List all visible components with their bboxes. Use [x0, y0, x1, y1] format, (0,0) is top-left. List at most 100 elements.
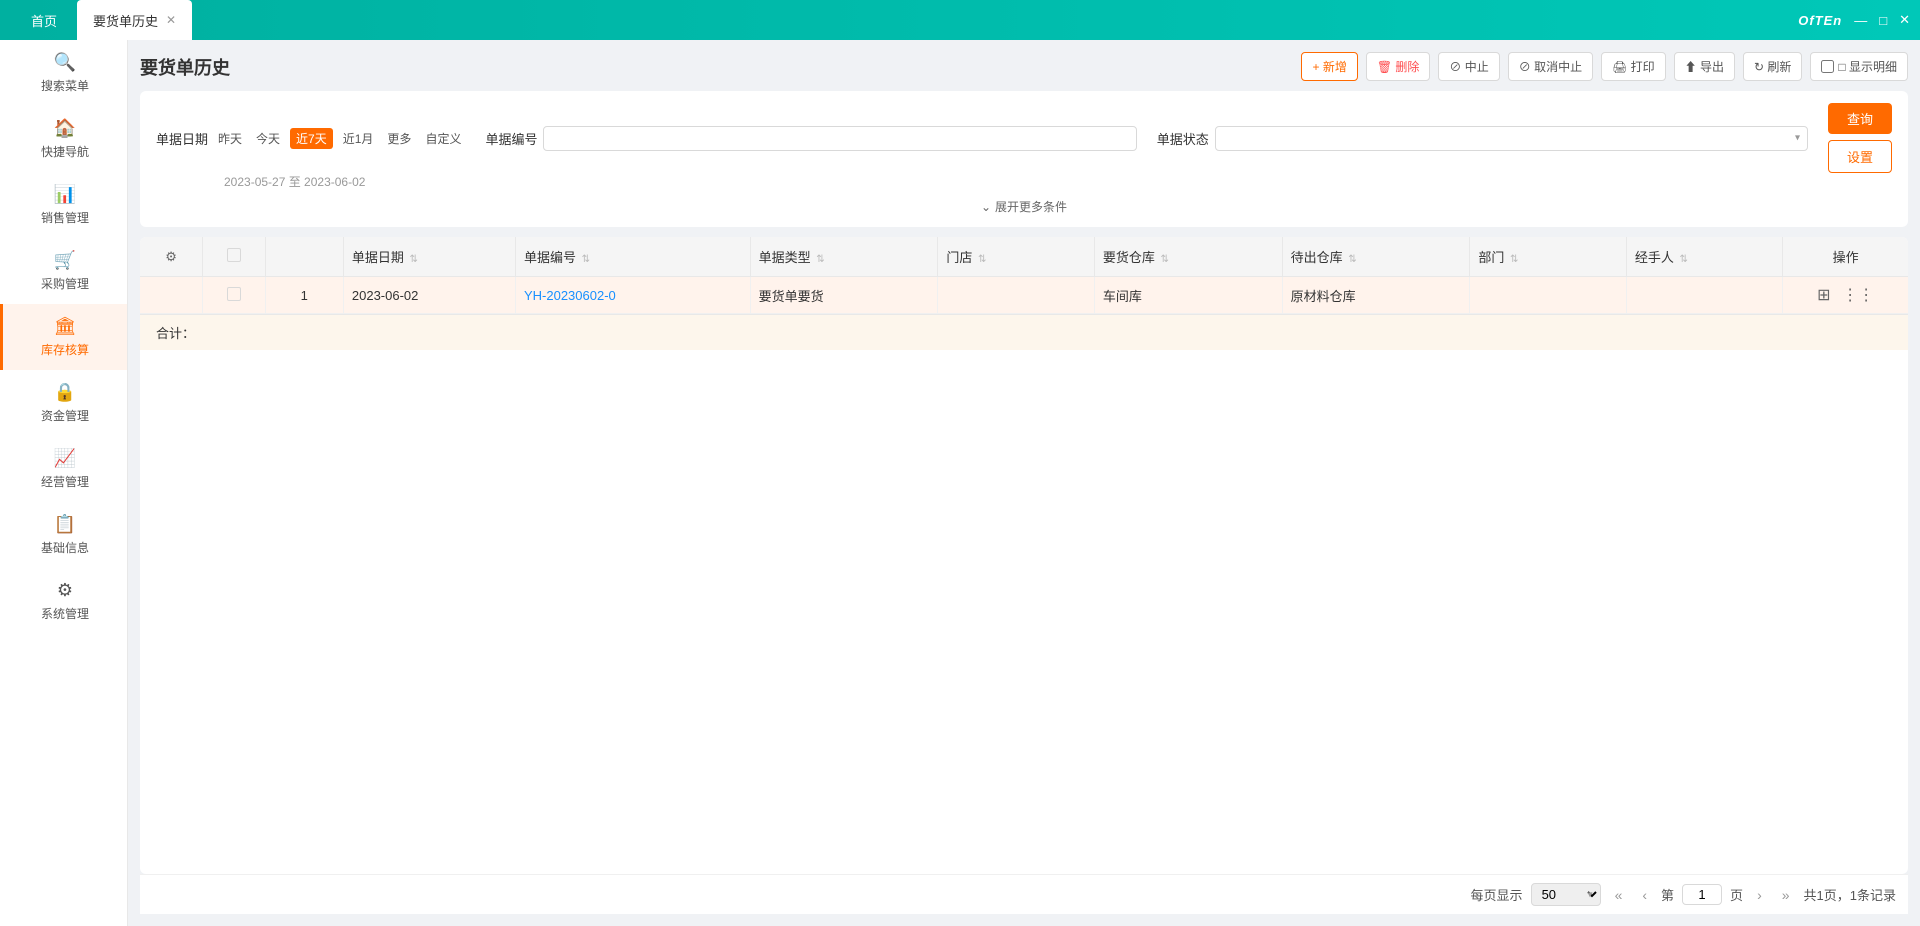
sidebar-item-inventory-calc[interactable]: 🏛 库存核算 — [0, 304, 127, 370]
date-shortcut-custom[interactable]: 自定义 — [421, 128, 465, 149]
col-handler-sort-icon[interactable]: ⇅ — [1679, 254, 1687, 265]
col-shop-sort-icon[interactable]: ⇅ — [978, 254, 986, 265]
settings-button[interactable]: 设置 — [1828, 140, 1892, 173]
row-more-icon[interactable]: ⋮⋮ — [1838, 285, 1878, 306]
sidebar-item-label-purchase: 采购管理 — [41, 275, 89, 292]
purchase-mgmt-icon: 🛒 — [54, 250, 76, 271]
last-page-btn[interactable]: » — [1776, 885, 1796, 905]
next-page-btn[interactable]: › — [1751, 885, 1768, 905]
main-layout: 🔍 搜索菜单 🏠 快捷导航 📊 销售管理 🛒 采购管理 🏛 库存核算 🔒 资金管… — [0, 40, 1920, 926]
date-shortcut-yesterday[interactable]: 昨天 — [214, 128, 246, 149]
window-maximize-btn[interactable]: □ — [1879, 13, 1887, 28]
col-ops-label: 操作 — [1833, 250, 1859, 265]
window-close-btn[interactable]: ✕ — [1899, 12, 1910, 28]
date-shortcut-more[interactable]: 更多 — [383, 128, 415, 149]
table-container: ⚙ 单据日期 ⇅ 单据编号 ⇅ — [140, 237, 1908, 874]
status-select-wrapper — [1215, 126, 1808, 151]
delete-button[interactable]: 🗑 删除 — [1366, 52, 1431, 81]
display-detail-button[interactable]: □ 显示明细 — [1810, 52, 1908, 81]
sys-mgmt-icon: ⚙ — [57, 580, 73, 601]
page-title: 要货单历史 — [140, 54, 230, 80]
search-menu-icon: 🔍 — [54, 52, 76, 73]
per-page-select[interactable]: 10 20 50 100 — [1531, 883, 1601, 906]
display-detail-label: □ 显示明细 — [1838, 58, 1897, 75]
row-settings — [140, 277, 203, 314]
table-row: 1 2023-06-02 YH-20230602-0 要货单要货 车间库 原材料… — [140, 277, 1908, 314]
refresh-button[interactable]: ↻ 刷新 — [1743, 52, 1802, 81]
date-shortcut-7days[interactable]: 近7天 — [290, 128, 333, 149]
first-page-btn[interactable]: « — [1609, 885, 1629, 905]
date-filter: 单据日期 昨天 今天 近7天 近1月 更多 自定义 — [156, 128, 465, 149]
toolbar: + 新增 🗑 删除 ⊘ 中止 ⊘ 取消中止 🖨 打印 ⬆ 导出 ↻ 刷新 □ 显… — [1301, 52, 1908, 81]
row-ops: ⊞ ⋮⋮ — [1783, 277, 1908, 314]
sidebar-item-basic-info[interactable]: 📋 基础信息 — [0, 502, 127, 568]
column-settings-icon[interactable]: ⚙ — [165, 249, 177, 264]
expand-more-btn[interactable]: ⌄ 展开更多条件 — [156, 198, 1892, 215]
tab-requisition-history[interactable]: 要货单历史 ✕ — [77, 0, 192, 40]
query-button[interactable]: 查询 — [1828, 103, 1892, 134]
sidebar-item-label-sys: 系统管理 — [41, 605, 89, 622]
filter-row: 单据日期 昨天 今天 近7天 近1月 更多 自定义 单据编号 — [156, 103, 1892, 173]
status-select[interactable] — [1215, 126, 1808, 151]
col-req-wh-sort-icon[interactable]: ⇅ — [1161, 254, 1169, 265]
col-wait-wh-sort-icon[interactable]: ⇅ — [1348, 254, 1356, 265]
col-dept: 部门 ⇅ — [1470, 237, 1626, 277]
prev-page-btn[interactable]: ‹ — [1636, 885, 1653, 905]
filter-actions: 查询 设置 — [1828, 103, 1892, 173]
sidebar-item-purchase-mgmt[interactable]: 🛒 采购管理 — [0, 238, 127, 304]
page-label: 第 — [1661, 885, 1674, 904]
brand-logo: OfTEn — [1798, 13, 1842, 28]
sidebar-item-search-menu[interactable]: 🔍 搜索菜单 — [0, 40, 127, 106]
display-detail-checkbox[interactable] — [1821, 60, 1834, 73]
col-type: 单据类型 ⇅ — [750, 237, 938, 277]
filter-panel: 单据日期 昨天 今天 近7天 近1月 更多 自定义 单据编号 — [140, 91, 1908, 227]
date-shortcut-today[interactable]: 今天 — [252, 128, 284, 149]
doc-no-filter: 单据编号 — [485, 126, 1136, 151]
expand-more-label: 展开更多条件 — [995, 198, 1067, 215]
stop-button[interactable]: ⊘ 中止 — [1438, 52, 1499, 81]
ops-mgmt-icon: 📈 — [54, 448, 76, 469]
print-button[interactable]: 🖨 打印 — [1601, 52, 1666, 81]
doc-no-input[interactable] — [543, 126, 1136, 151]
sidebar-item-capital-mgmt[interactable]: 🔒 资金管理 — [0, 370, 127, 436]
close-tab-icon[interactable]: ✕ — [166, 13, 176, 27]
per-page-label: 每页显示 — [1471, 885, 1523, 904]
row-checkbox[interactable] — [227, 287, 241, 301]
col-req-wh-label: 要货仓库 — [1103, 250, 1155, 265]
date-shortcut-1month[interactable]: 近1月 — [339, 128, 378, 149]
sidebar-item-quick-nav[interactable]: 🏠 快捷导航 — [0, 106, 127, 172]
col-type-sort-icon[interactable]: ⇅ — [816, 254, 824, 265]
new-button[interactable]: + 新增 — [1301, 52, 1357, 81]
cancel-stop-button[interactable]: ⊘ 取消中止 — [1508, 52, 1593, 81]
total-info: 共1页，1条记录 — [1804, 885, 1896, 904]
status-filter: 单据状态 — [1157, 126, 1808, 151]
summary-label: 合计： — [156, 323, 195, 342]
col-code-sort-icon[interactable]: ⇅ — [582, 254, 590, 265]
col-dept-sort-icon[interactable]: ⇅ — [1510, 254, 1518, 265]
page-input[interactable] — [1682, 884, 1722, 905]
col-num — [265, 237, 343, 277]
top-bar-right: OfTEn — □ ✕ — [1798, 12, 1910, 28]
row-edit-icon[interactable]: ⊞ — [1813, 285, 1834, 306]
sidebar-item-label-inventory: 库存核算 — [41, 341, 89, 358]
col-req-wh: 要货仓库 ⇅ — [1094, 237, 1282, 277]
top-bar: 首页 要货单历史 ✕ OfTEn — □ ✕ — [0, 0, 1920, 40]
sidebar-item-sales-mgmt[interactable]: 📊 销售管理 — [0, 172, 127, 238]
sidebar-item-label-capital: 资金管理 — [41, 407, 89, 424]
page-unit: 页 — [1730, 885, 1743, 904]
sidebar-item-sys-mgmt[interactable]: ⚙ 系统管理 — [0, 568, 127, 634]
sidebar-item-label-search: 搜索菜单 — [41, 77, 89, 94]
tab-home[interactable]: 首页 — [15, 0, 73, 40]
sidebar-item-ops-mgmt[interactable]: 📈 经营管理 — [0, 436, 127, 502]
col-date: 单据日期 ⇅ — [343, 237, 515, 277]
tab-requisition-history-label: 要货单历史 — [93, 11, 158, 30]
tab-bar: 首页 要货单历史 ✕ — [15, 0, 192, 40]
table-footer: 合计： — [140, 314, 1908, 350]
col-date-sort-icon[interactable]: ⇅ — [410, 254, 418, 265]
window-minimize-btn[interactable]: — — [1854, 13, 1867, 28]
col-settings: ⚙ — [140, 237, 203, 277]
content-area: 要货单历史 + 新增 🗑 删除 ⊘ 中止 ⊘ 取消中止 🖨 打印 ⬆ 导出 ↻ … — [128, 40, 1920, 926]
select-all-checkbox[interactable] — [227, 248, 241, 262]
row-code-link[interactable]: YH-20230602-0 — [524, 288, 616, 303]
export-button[interactable]: ⬆ 导出 — [1674, 52, 1735, 81]
